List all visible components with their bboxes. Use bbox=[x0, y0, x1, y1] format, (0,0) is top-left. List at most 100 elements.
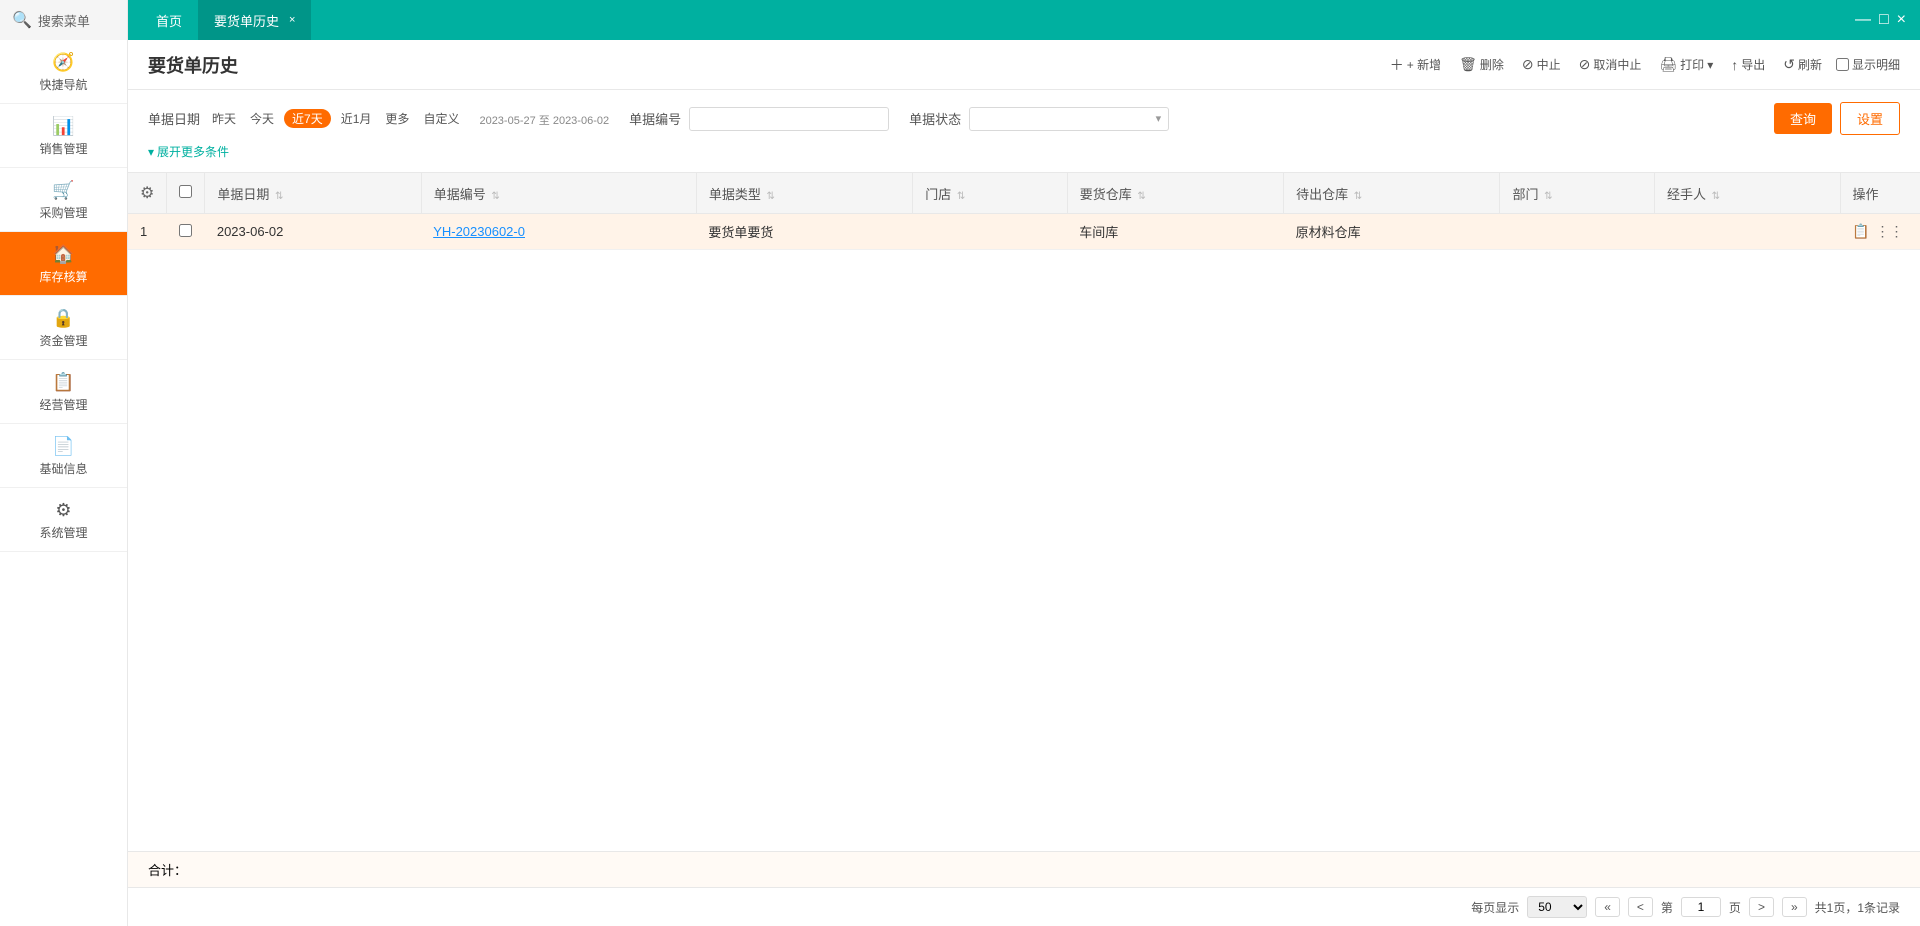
sort-dept-icon[interactable]: ⇅ bbox=[1544, 191, 1552, 202]
window-maximize-button[interactable]: □ bbox=[1877, 9, 1891, 31]
sidebar-item-quick-nav[interactable]: 🧭 快捷导航 bbox=[0, 40, 127, 104]
search-menu-item[interactable]: 🔍 搜索菜单 bbox=[0, 0, 127, 40]
date-filter-label: 单据日期 bbox=[148, 109, 200, 128]
sort-handler-icon[interactable]: ⇅ bbox=[1712, 191, 1720, 202]
page-title: 要货单历史 bbox=[148, 52, 238, 78]
refresh-label: 刷新 bbox=[1798, 56, 1822, 73]
stop-button[interactable]: ⊘ 中止 bbox=[1518, 54, 1565, 75]
window-close-button[interactable]: × bbox=[1895, 9, 1908, 31]
row-edit-icon[interactable]: 📋 bbox=[1852, 223, 1869, 240]
status-select[interactable] bbox=[969, 107, 1169, 131]
export-label: 导出 bbox=[1741, 56, 1765, 73]
print-label: 打印 bbox=[1680, 56, 1704, 73]
page-input[interactable] bbox=[1681, 897, 1721, 917]
sidebar-item-system[interactable]: ⚙ 系统管理 bbox=[0, 488, 127, 552]
cell-store bbox=[913, 214, 1068, 250]
sidebar-item-operations[interactable]: 📋 经营管理 bbox=[0, 360, 127, 424]
settings-button[interactable]: 设置 bbox=[1840, 102, 1900, 135]
sales-icon: 📊 bbox=[52, 116, 74, 137]
purchase-icon: 🛒 bbox=[52, 180, 74, 201]
sort-req-warehouse-icon[interactable]: ⇅ bbox=[1137, 191, 1145, 202]
row-checkbox[interactable] bbox=[179, 224, 192, 237]
col-store: 门店 ⇅ bbox=[913, 173, 1068, 214]
col-store-label: 门店 bbox=[925, 187, 951, 202]
date-opt-7days[interactable]: 近7天 bbox=[284, 109, 331, 128]
table-footer: 合计： bbox=[128, 851, 1920, 887]
print-dropdown-icon: ▾ bbox=[1707, 58, 1713, 72]
col-docno: 单据编号 ⇅ bbox=[421, 173, 696, 214]
delete-label: 删除 bbox=[1480, 56, 1504, 73]
basic-icon: 📄 bbox=[52, 436, 74, 457]
window-controls: — □ × bbox=[1853, 9, 1908, 31]
first-page-button[interactable]: « bbox=[1595, 897, 1620, 917]
col-pending-warehouse: 待出仓库 ⇅ bbox=[1284, 173, 1500, 214]
sidebar-item-label: 资金管理 bbox=[39, 332, 87, 349]
system-icon: ⚙ bbox=[55, 500, 71, 521]
page-go-label: 第 bbox=[1661, 899, 1673, 916]
date-opt-1month[interactable]: 近1月 bbox=[337, 109, 376, 128]
date-opt-custom[interactable]: 自定义 bbox=[419, 109, 463, 128]
export-button[interactable]: ↑ 导出 bbox=[1727, 54, 1769, 75]
print-button[interactable]: 🖨 打印 ▾ bbox=[1655, 54, 1717, 75]
cell-action: 📋 ⋮⋮ bbox=[1840, 214, 1920, 250]
col-date-label: 单据日期 bbox=[217, 187, 269, 202]
expand-icon: ▾ bbox=[148, 145, 154, 159]
date-opt-more[interactable]: 更多 bbox=[381, 109, 413, 128]
last-page-button[interactable]: » bbox=[1782, 897, 1807, 917]
select-all-checkbox[interactable] bbox=[179, 185, 192, 198]
filter-row: 单据日期 昨天 今天 近7天 近1月 更多 自定义 2023-05-27 至 2… bbox=[148, 102, 1900, 135]
sort-store-icon[interactable]: ⇅ bbox=[957, 191, 965, 202]
sidebar-item-finance[interactable]: 🔒 资金管理 bbox=[0, 296, 127, 360]
sidebar-nav: 🧭 快捷导航 📊 销售管理 🛒 采购管理 🏠 库存核算 🔒 资金管理 📋 经营管… bbox=[0, 40, 127, 552]
sidebar-item-label: 系统管理 bbox=[39, 524, 87, 541]
col-checkbox bbox=[167, 173, 205, 214]
sidebar-item-sales[interactable]: 📊 销售管理 bbox=[0, 104, 127, 168]
date-opt-yesterday[interactable]: 昨天 bbox=[208, 109, 240, 128]
window-minimize-button[interactable]: — bbox=[1853, 9, 1873, 31]
sort-doctype-icon[interactable]: ⇅ bbox=[767, 191, 775, 202]
col-settings: ⚙ bbox=[128, 173, 167, 214]
add-icon: ＋ bbox=[1390, 55, 1404, 75]
cell-seq: 1 bbox=[128, 214, 167, 250]
sidebar-item-label: 基础信息 bbox=[39, 460, 87, 477]
sidebar-item-inventory[interactable]: 🏠 库存核算 bbox=[0, 232, 127, 296]
doc-no-link[interactable]: YH-20230602-0 bbox=[433, 224, 525, 239]
refresh-button[interactable]: ↺ 刷新 bbox=[1779, 54, 1826, 75]
expand-filter-button[interactable]: ▾ 展开更多条件 bbox=[148, 143, 1900, 160]
tab-current-label: 要货单历史 bbox=[214, 11, 279, 30]
sort-pending-warehouse-icon[interactable]: ⇅ bbox=[1354, 191, 1362, 202]
tab-close-button[interactable]: × bbox=[289, 14, 295, 26]
cancel-stop-icon: ⊘ bbox=[1579, 56, 1591, 73]
cell-handler bbox=[1655, 214, 1840, 250]
next-page-button[interactable]: > bbox=[1749, 897, 1774, 917]
show-detail-input[interactable] bbox=[1836, 58, 1849, 71]
sort-date-icon[interactable]: ⇅ bbox=[275, 191, 283, 202]
row-more-icon[interactable]: ⋮⋮ bbox=[1875, 223, 1903, 240]
page-size-select[interactable]: 10 20 50 100 bbox=[1527, 896, 1587, 918]
total-info: 共1页，1条记录 bbox=[1815, 899, 1900, 916]
date-opt-today[interactable]: 今天 bbox=[246, 109, 278, 128]
query-button[interactable]: 查询 bbox=[1774, 103, 1832, 134]
sidebar-item-basic[interactable]: 📄 基础信息 bbox=[0, 424, 127, 488]
add-button[interactable]: ＋ + 新增 bbox=[1386, 53, 1445, 77]
action-icons: 📋 ⋮⋮ bbox=[1852, 223, 1908, 240]
inventory-icon: 🏠 bbox=[52, 244, 74, 265]
sidebar-item-label: 采购管理 bbox=[39, 204, 87, 221]
col-action-label: 操作 bbox=[1853, 187, 1879, 202]
sidebar-item-purchase[interactable]: 🛒 采购管理 bbox=[0, 168, 127, 232]
col-action: 操作 bbox=[1840, 173, 1920, 214]
cancel-stop-button[interactable]: ⊘ 取消中止 bbox=[1575, 54, 1646, 75]
doc-no-input[interactable] bbox=[689, 107, 889, 131]
show-detail-checkbox[interactable]: 显示明细 bbox=[1836, 56, 1900, 73]
tab-current[interactable]: 要货单历史 × bbox=[198, 0, 311, 40]
col-date: 单据日期 ⇅ bbox=[205, 173, 421, 214]
cancel-stop-label: 取消中止 bbox=[1593, 56, 1641, 73]
table-settings-icon[interactable]: ⚙ bbox=[140, 185, 154, 202]
sort-docno-icon[interactable]: ⇅ bbox=[491, 191, 499, 202]
search-menu-label: 搜索菜单 bbox=[38, 11, 90, 30]
prev-page-button[interactable]: < bbox=[1628, 897, 1653, 917]
date-filter: 单据日期 昨天 今天 近7天 近1月 更多 自定义 2023-05-27 至 2… bbox=[148, 109, 609, 128]
tab-home[interactable]: 首页 bbox=[140, 0, 198, 40]
delete-button[interactable]: 🗑 删除 bbox=[1455, 54, 1508, 75]
table-container: ⚙ 单据日期 ⇅ 单据编号 ⇅ bbox=[128, 173, 1920, 851]
